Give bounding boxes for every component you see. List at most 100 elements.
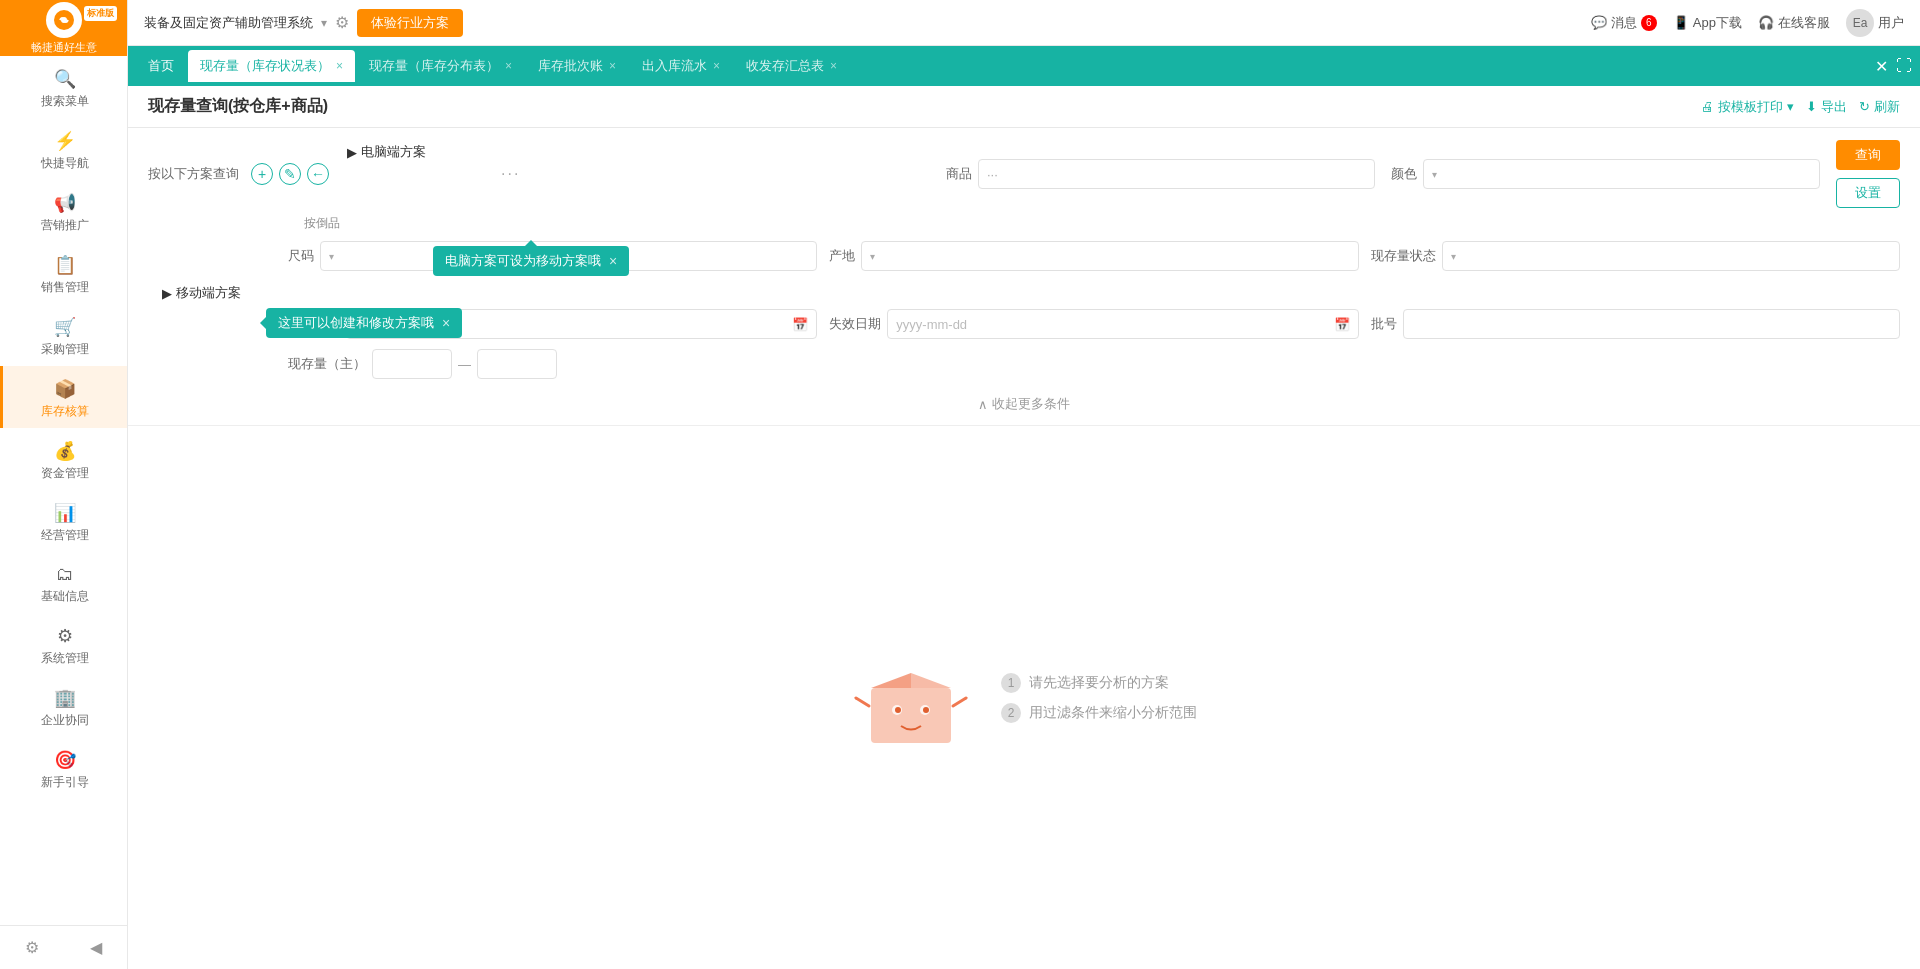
settings-footer-btn[interactable]: ⚙: [25, 938, 39, 957]
print-label: 按模板打印: [1718, 98, 1783, 116]
message-action[interactable]: 💬 消息 6: [1591, 14, 1657, 32]
tooltip-desktop-scheme: 电脑方案可设为移动方案哦 ×: [433, 246, 629, 276]
sidebar-item-operation[interactable]: 📊 经营管理: [0, 490, 127, 552]
refresh-icon: ↻: [1859, 99, 1870, 114]
tab-home-label: 首页: [148, 57, 174, 75]
sidebar-item-quick[interactable]: ⚡ 快捷导航: [0, 118, 127, 180]
sidebar-item-guide[interactable]: 🎯 新手引导: [0, 737, 127, 799]
user-action[interactable]: Ea 用户: [1846, 9, 1904, 37]
stock-main-to-input[interactable]: [477, 349, 557, 379]
sidebar-item-label-quick: 快捷导航: [41, 155, 89, 172]
avatar-text: Ea: [1853, 16, 1868, 30]
money-icon: 💰: [54, 440, 76, 462]
mobile-expand-icon: ▶: [162, 286, 172, 301]
system-title: 装备及固定资产辅助管理系统: [144, 14, 313, 32]
header-settings-btn[interactable]: ⚙: [335, 13, 349, 32]
online-service-action[interactable]: 🎧 在线客服: [1758, 14, 1830, 32]
origin-select[interactable]: ▾: [861, 241, 1358, 271]
color-select[interactable]: ▾: [1423, 159, 1820, 189]
tooltip-create-scheme: 这里可以创建和修改方案哦 ×: [266, 308, 462, 338]
add-scheme-btn[interactable]: +: [251, 163, 273, 185]
expire-date-field: 失效日期 yyyy-mm-dd 📅: [829, 309, 1358, 339]
calendar-icon-expire: 📅: [1334, 317, 1350, 332]
industry-btn[interactable]: 体验行业方案: [357, 9, 463, 37]
tab-receive-send-label: 收发存汇总表: [746, 57, 824, 75]
expire-date-label: 失效日期: [829, 315, 881, 333]
app-download-action[interactable]: 📱 App下载: [1673, 14, 1742, 32]
sidebar-item-basic[interactable]: 🗂 基础信息: [0, 552, 127, 613]
building-icon: 🏢: [54, 687, 76, 709]
system-title-dropdown[interactable]: ▾: [321, 16, 327, 30]
origin-label: 产地: [829, 247, 855, 265]
tab-inout-flow[interactable]: 出入库流水 ×: [630, 50, 732, 82]
tip-text-2: 用过滤条件来缩小分析范围: [1029, 704, 1197, 722]
tab-close-inout-flow[interactable]: ×: [713, 59, 720, 73]
box-icon: 📦: [54, 378, 76, 400]
sidebar-item-marketing[interactable]: 📢 营销推广: [0, 180, 127, 242]
tooltip1-close[interactable]: ×: [609, 253, 617, 269]
page-actions: 🖨 按模板打印 ▾ ⬇ 导出 ↻ 刷新: [1701, 98, 1900, 116]
tab-close-all-btn[interactable]: ✕: [1875, 57, 1888, 76]
refresh-btn[interactable]: ↻ 刷新: [1859, 98, 1900, 116]
sidebar-item-label-system: 系统管理: [41, 650, 89, 667]
sidebar-item-system[interactable]: ⚙ 系统管理: [0, 613, 127, 675]
search-btn[interactable]: 查询: [1836, 140, 1900, 170]
scheme-item-mobile[interactable]: ▶ 移动端方案: [156, 281, 1900, 305]
sidebar-item-purchase[interactable]: 🛒 采购管理: [0, 304, 127, 366]
sidebar-item-enterprise[interactable]: 🏢 企业协同: [0, 675, 127, 737]
empty-tips: 1 请先选择要分析的方案 2 用过滤条件来缩小分析范围: [1001, 673, 1197, 723]
tab-close-receive-send[interactable]: ×: [830, 59, 837, 73]
batch-input[interactable]: [1403, 309, 1900, 339]
tab-receive-send[interactable]: 收发存汇总表 ×: [734, 50, 849, 82]
tab-close-batch-ledger[interactable]: ×: [609, 59, 616, 73]
fullscreen-btn[interactable]: ⛶: [1896, 57, 1912, 75]
tab-inventory-status-label: 现存量（库存状况表）: [200, 57, 330, 75]
tab-batch-ledger[interactable]: 库存批次账 ×: [526, 50, 628, 82]
print-btn[interactable]: 🖨 按模板打印 ▾: [1701, 98, 1794, 116]
scheme-item-sub[interactable]: 按倒品: [288, 212, 1900, 235]
stock-main-label: 现存量（主）: [288, 355, 366, 373]
filter-right-fields: ··· 商品 ··· 颜色: [501, 140, 1900, 208]
stock-status-arrow: ▾: [1451, 251, 1456, 262]
sidebar-item-inventory[interactable]: 📦 库存核算: [0, 366, 127, 428]
expire-date-input[interactable]: yyyy-mm-dd 📅: [887, 309, 1358, 339]
sidebar-item-search[interactable]: 🔍 搜索菜单: [0, 56, 127, 118]
tab-inventory-dist[interactable]: 现存量（库存分布表） ×: [357, 50, 524, 82]
target-icon: 🎯: [54, 749, 76, 771]
sidebar-footer: ⚙ ◀: [0, 925, 127, 969]
sidebar-item-label-operation: 经营管理: [41, 527, 89, 544]
tooltip1-text: 电脑方案可设为移动方案哦: [445, 252, 601, 270]
scheme-expand-icon: ▶: [347, 145, 357, 160]
stock-main-from-input[interactable]: [372, 349, 452, 379]
export-btn[interactable]: ⬇ 导出: [1806, 98, 1847, 116]
sidebar-item-label-sales: 销售管理: [41, 279, 89, 296]
collapse-sidebar-btn[interactable]: ◀: [90, 938, 102, 957]
sidebar: 畅捷通好生意 标准版 🔍 搜索菜单 ⚡ 快捷导航 📢 营销推广 📋 销售管理 🛒…: [0, 0, 128, 969]
mobile-icon: 📱: [1673, 15, 1689, 30]
sidebar-item-sales[interactable]: 📋 销售管理: [0, 242, 127, 304]
tab-close-inventory-dist[interactable]: ×: [505, 59, 512, 73]
reset-btn[interactable]: 设置: [1836, 178, 1900, 208]
tab-inventory-status[interactable]: 现存量（库存状况表） ×: [188, 50, 355, 82]
scheme-item-desktop[interactable]: ▶ 电脑端方案: [341, 140, 481, 164]
search-btn-group: 查询 设置: [1836, 140, 1900, 208]
goods-select[interactable]: ···: [978, 159, 1375, 189]
sidebar-item-label-basic: 基础信息: [41, 588, 89, 605]
tab-home[interactable]: 首页: [136, 50, 186, 82]
stock-status-select[interactable]: ▾: [1442, 241, 1900, 271]
calendar-icon-produce: 📅: [792, 317, 808, 332]
edit-scheme-btn[interactable]: ✎: [279, 163, 301, 185]
collapse-up-icon: ∧: [978, 397, 988, 412]
tab-bar-actions: ✕ ⛶: [1875, 57, 1912, 76]
collapse-btn[interactable]: ∧ 收起更多条件: [978, 395, 1070, 413]
back-scheme-btn[interactable]: ←: [307, 163, 329, 185]
sidebar-item-finance[interactable]: 💰 资金管理: [0, 428, 127, 490]
app-download-label: App下载: [1693, 14, 1742, 32]
header-right: 💬 消息 6 📱 App下载 🎧 在线客服 Ea 用户: [1591, 9, 1904, 37]
sidebar-nav: 🔍 搜索菜单 ⚡ 快捷导航 📢 营销推广 📋 销售管理 🛒 采购管理 📦 库存核…: [0, 56, 127, 925]
chart-icon: 📊: [54, 502, 76, 524]
printer-icon: 🖨: [1701, 99, 1714, 114]
page-content: 现存量查询(按仓库+商品) 🖨 按模板打印 ▾ ⬇ 导出 ↻ 刷新: [128, 86, 1920, 969]
tab-close-inventory-status[interactable]: ×: [336, 59, 343, 73]
tooltip2-close[interactable]: ×: [442, 315, 450, 331]
